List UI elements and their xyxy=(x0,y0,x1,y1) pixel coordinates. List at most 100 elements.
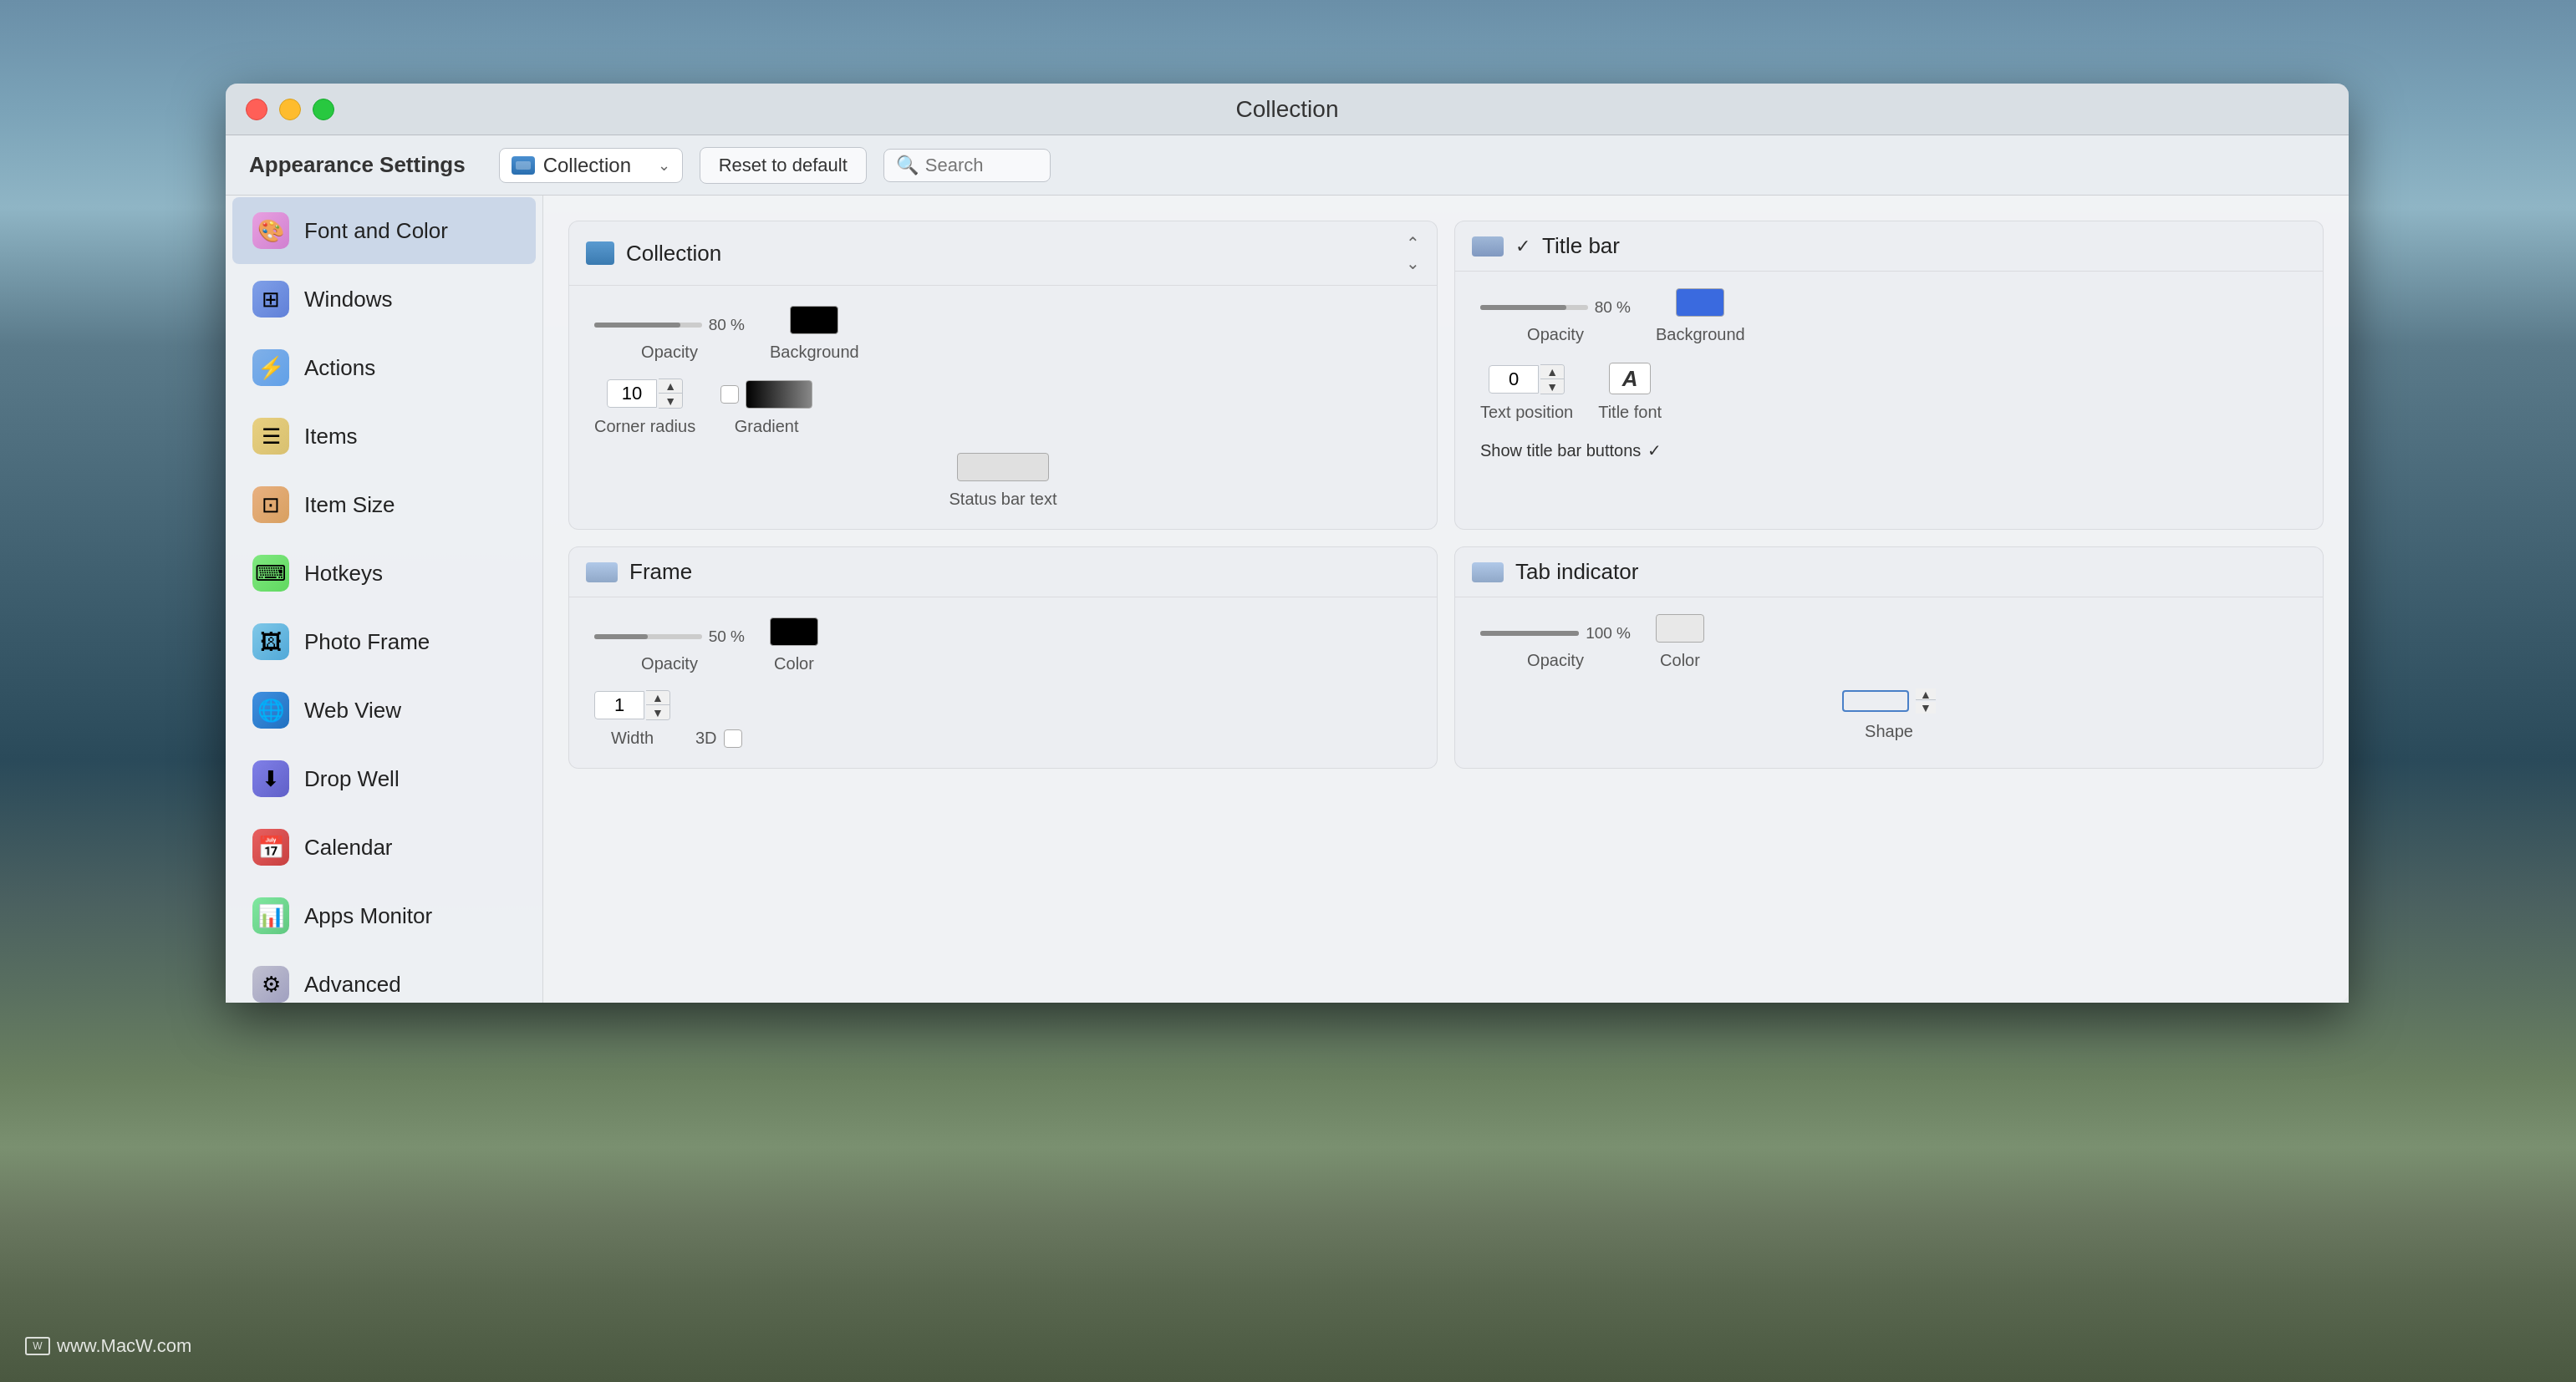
minimize-button[interactable] xyxy=(279,99,301,120)
photo-frame-icon: 🖼 xyxy=(252,623,289,660)
sidebar-label-item-size: Item Size xyxy=(304,492,395,518)
maximize-button[interactable] xyxy=(313,99,334,120)
titlebar-opacity-value: 80 % xyxy=(1595,298,1631,317)
frame-3d-text: 3D xyxy=(695,729,717,748)
sidebar-item-windows[interactable]: ⊞ Windows xyxy=(232,266,536,333)
text-position-stepper-buttons: ▲ ▼ xyxy=(1540,364,1565,394)
corner-radius-stepper: ▲ ▼ xyxy=(607,379,683,409)
sidebar-label-drop-well: Drop Well xyxy=(304,766,400,792)
corner-radius-control: ▲ ▼ Corner radius xyxy=(594,379,695,436)
expand-icon[interactable]: ⌃⌄ xyxy=(1406,233,1420,273)
frame-width-stepper: ▲ ▼ xyxy=(594,690,670,720)
sidebar-item-drop-well[interactable]: ⬇ Drop Well xyxy=(232,745,536,812)
sidebar-label-hotkeys: Hotkeys xyxy=(304,561,383,587)
frame-width-stepper-buttons: ▲ ▼ xyxy=(646,690,670,720)
corner-radius-decrement[interactable]: ▼ xyxy=(659,394,682,408)
titlebar-opacity-slider[interactable] xyxy=(1480,305,1588,310)
frame-color-swatch[interactable] xyxy=(770,617,818,646)
frame-opacity-slider[interactable] xyxy=(594,634,702,639)
frame-width-input[interactable] xyxy=(594,691,644,719)
traffic-lights xyxy=(246,99,334,120)
sidebar-label-apps-monitor: Apps Monitor xyxy=(304,903,432,929)
text-position-label: Text position xyxy=(1480,403,1573,422)
corner-radius-input[interactable] xyxy=(607,379,657,408)
sidebar-item-photo-frame[interactable]: 🖼 Photo Frame xyxy=(232,608,536,675)
collection-dropdown[interactable]: Collection ⌄ xyxy=(499,148,683,183)
title-font-control: A Title font xyxy=(1598,363,1662,422)
sidebar-item-items[interactable]: ☰ Items xyxy=(232,403,536,470)
chevron-down-icon: ⌄ xyxy=(658,156,670,175)
drop-well-icon: ⬇ xyxy=(252,760,289,797)
sidebar-item-web-view[interactable]: 🌐 Web View xyxy=(232,677,536,744)
tab-opacity-value: 100 % xyxy=(1586,624,1631,643)
text-position-decrement[interactable]: ▼ xyxy=(1540,379,1564,394)
titlebar-background-control: Background xyxy=(1656,288,1745,344)
gradient-swatch[interactable] xyxy=(746,380,812,409)
tab-opacity-control: 100 % Opacity xyxy=(1480,624,1631,670)
collection-panel-icon xyxy=(586,241,614,265)
sidebar-item-hotkeys[interactable]: ⌨ Hotkeys xyxy=(232,540,536,607)
tab-shape-increment[interactable]: ▲ xyxy=(1916,688,1936,700)
collection-opacity-label: Opacity xyxy=(641,343,698,362)
frame-width-decrement[interactable]: ▼ xyxy=(646,705,669,719)
sidebar-item-advanced[interactable]: ⚙ Advanced xyxy=(232,951,536,1003)
tab-indicator-panel-title: Tab indicator xyxy=(1515,559,2306,585)
status-bar-control: Status bar text xyxy=(594,453,1412,509)
title-font-swatch[interactable]: A xyxy=(1609,363,1651,394)
app-window: Collection Appearance Settings Collectio… xyxy=(226,84,2349,1003)
actions-icon: ⚡ xyxy=(252,349,289,386)
reset-button[interactable]: Reset to default xyxy=(700,147,867,184)
titlebar-opacity-control: 80 % Opacity xyxy=(1480,298,1631,344)
frame-width-label: Width xyxy=(611,729,654,748)
sidebar-label-font-color: Font and Color xyxy=(304,218,448,244)
sidebar-label-items: Items xyxy=(304,424,358,450)
sidebar-item-item-size[interactable]: ⊡ Item Size xyxy=(232,471,536,538)
title-font-label: Title font xyxy=(1598,403,1662,422)
frame-panel-body: 50 % Opacity Color xyxy=(569,597,1437,768)
search-input[interactable] xyxy=(925,155,1026,176)
collection-panel-body: 80 % Opacity Background xyxy=(569,286,1437,529)
top-section-row: Collection ⌃⌄ 80 % xyxy=(568,221,2324,530)
collection-background-control: Background xyxy=(770,306,859,362)
text-position-increment[interactable]: ▲ xyxy=(1540,365,1564,379)
close-button[interactable] xyxy=(246,99,267,120)
corner-radius-increment[interactable]: ▲ xyxy=(659,379,682,394)
collection-opacity-slider[interactable] xyxy=(594,323,702,328)
hotkeys-icon: ⌨ xyxy=(252,555,289,592)
collection-background-label: Background xyxy=(770,343,859,362)
search-icon: 🔍 xyxy=(896,155,919,176)
bottom-section-row: Frame 50 % xyxy=(568,546,2324,769)
frame-panel-title: Frame xyxy=(629,559,1420,585)
corner-radius-label: Corner radius xyxy=(594,417,695,436)
frame-3d-checkbox[interactable] xyxy=(724,729,742,748)
sidebar-label-advanced: Advanced xyxy=(304,972,401,998)
frame-width-increment[interactable]: ▲ xyxy=(646,691,669,705)
collection-dropdown-icon xyxy=(512,156,535,175)
tab-shape-decrement[interactable]: ▼ xyxy=(1916,702,1936,714)
sidebar-label-actions: Actions xyxy=(304,355,375,381)
calendar-icon: 📅 xyxy=(252,829,289,866)
watermark-icon: W xyxy=(25,1337,50,1355)
tab-opacity-slider[interactable] xyxy=(1480,631,1579,636)
tab-color-swatch[interactable] xyxy=(1656,614,1704,643)
windows-icon: ⊞ xyxy=(252,281,289,318)
frame-panel: Frame 50 % xyxy=(568,546,1438,769)
frame-color-control: Color xyxy=(770,617,818,673)
status-bar-swatch[interactable] xyxy=(957,453,1049,481)
web-view-icon: 🌐 xyxy=(252,692,289,729)
text-position-input[interactable] xyxy=(1489,365,1539,394)
tab-indicator-panel: Tab indicator 100 % xyxy=(1454,546,2324,769)
collection-background-swatch[interactable] xyxy=(790,306,838,334)
tab-shape-swatch[interactable] xyxy=(1842,690,1909,712)
sidebar-item-font-color[interactable]: 🎨 Font and Color xyxy=(232,197,536,264)
collection-panel: Collection ⌃⌄ 80 % xyxy=(568,221,1438,530)
gradient-checkbox[interactable] xyxy=(720,385,739,404)
sidebar-item-actions[interactable]: ⚡ Actions xyxy=(232,334,536,401)
titlebar-background-swatch[interactable] xyxy=(1676,288,1724,317)
sidebar-item-calendar[interactable]: 📅 Calendar xyxy=(232,814,536,881)
window-titlebar: Collection xyxy=(226,84,2349,135)
font-color-icon: 🎨 xyxy=(252,212,289,249)
sidebar-item-apps-monitor[interactable]: 📊 Apps Monitor xyxy=(232,882,536,949)
title-bar-panel-title: Title bar xyxy=(1542,233,2306,259)
show-title-bar-checkbox[interactable]: ✓ xyxy=(1647,440,1662,460)
